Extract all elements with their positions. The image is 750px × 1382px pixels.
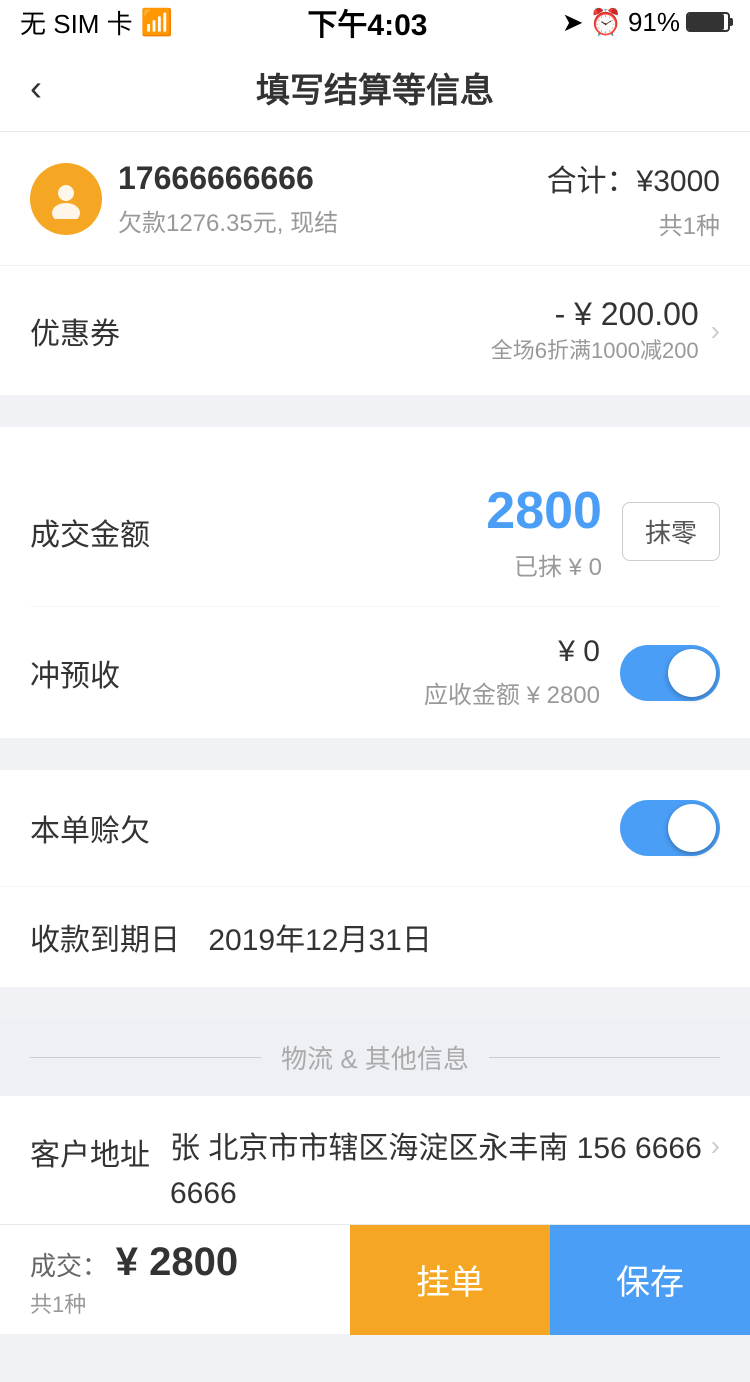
section-divider-3 bbox=[0, 1003, 750, 1019]
battery-fill bbox=[688, 14, 724, 30]
hang-button[interactable]: 挂单 bbox=[350, 1225, 550, 1335]
location-icon: ➤ bbox=[562, 7, 584, 38]
coupon-discount: - ¥ 200.00 bbox=[491, 296, 699, 333]
logistics-divider: 物流 & 其他信息 bbox=[0, 1019, 750, 1096]
alarm-icon: ⏰ bbox=[590, 7, 622, 38]
prepay-row: 冲预收 ¥ 0 应收金额 ¥ 2800 bbox=[30, 607, 720, 738]
debt-toggle-knob bbox=[668, 804, 716, 852]
main-content: 17666666666 欠款1276.35元, 现结 合计：¥3000 共1种 … bbox=[0, 132, 750, 1382]
status-right: ➤ ⏰ 91% bbox=[562, 7, 730, 38]
prepay-toggle[interactable] bbox=[620, 645, 720, 701]
back-button[interactable]: ‹ bbox=[30, 67, 90, 109]
customer-info: 17666666666 欠款1276.35元, 现结 bbox=[118, 160, 338, 238]
round-button[interactable]: 抹零 bbox=[622, 502, 720, 561]
battery-bar bbox=[686, 12, 730, 32]
deal-amount-value: 2800 bbox=[486, 481, 602, 541]
save-button[interactable]: 保存 bbox=[550, 1225, 750, 1335]
status-bar: 无 SIM 卡 📶 下午4:03 ➤ ⏰ 91% bbox=[0, 0, 750, 44]
prepay-right: ¥ 0 应收金额 ¥ 2800 bbox=[424, 635, 720, 710]
address-label: 客户地址 bbox=[30, 1126, 150, 1174]
nav-bar: ‹ 填写结算等信息 bbox=[0, 44, 750, 132]
address-value: 张 北京市市辖区海淀区永丰南 156 6666 6666 bbox=[170, 1126, 711, 1216]
amount-sub: 已抹 ¥ 0 bbox=[486, 547, 602, 582]
customer-phone: 17666666666 bbox=[118, 160, 338, 197]
customer-row: 17666666666 欠款1276.35元, 现结 合计：¥3000 共1种 bbox=[0, 132, 750, 265]
section-divider-1 bbox=[0, 411, 750, 427]
page-title: 填写结算等信息 bbox=[256, 63, 494, 112]
section-divider-2 bbox=[0, 754, 750, 770]
duedate-value: 2019年12月31日 bbox=[208, 924, 431, 957]
duedate-section: 收款到期日 2019年12月31日 bbox=[0, 886, 750, 987]
customer-debt: 欠款1276.35元, 现结 bbox=[118, 203, 338, 238]
customer-card: 17666666666 欠款1276.35元, 现结 合计：¥3000 共1种 … bbox=[0, 132, 750, 395]
carrier-text: 无 SIM 卡 bbox=[20, 4, 133, 41]
amount-section: 成交金额 2800 已抹 ¥ 0 抹零 冲预收 ¥ 0 应收金额 ¥ 2800 bbox=[0, 427, 750, 738]
prepay-sub: 应收金额 ¥ 2800 bbox=[424, 675, 600, 710]
status-left: 无 SIM 卡 📶 bbox=[20, 4, 173, 41]
logistics-label: 物流 & 其他信息 bbox=[281, 1039, 469, 1076]
coupon-arrow-icon: › bbox=[711, 315, 720, 347]
debt-label: 本单赊欠 bbox=[30, 806, 150, 850]
total-amount: 合计：¥3000 bbox=[547, 156, 720, 200]
customer-left: 17666666666 欠款1276.35元, 现结 bbox=[30, 160, 338, 238]
toggle-knob bbox=[668, 649, 716, 697]
deal-amount-row: 成交金额 2800 已抹 ¥ 0 抹零 bbox=[30, 457, 720, 607]
debt-toggle[interactable] bbox=[620, 800, 720, 856]
bottom-info: 成交： ¥ 2800 共1种 bbox=[0, 1240, 350, 1319]
address-arrow-icon: › bbox=[711, 1126, 720, 1162]
deal-amount-right: 2800 已抹 ¥ 0 抹零 bbox=[486, 481, 720, 582]
prepay-value: ¥ 0 bbox=[424, 635, 600, 669]
bottom-deal-row: 成交： ¥ 2800 bbox=[30, 1240, 320, 1285]
debt-card: 本单赊欠 收款到期日 2019年12月31日 bbox=[0, 770, 750, 987]
prepay-label: 冲预收 bbox=[30, 651, 120, 695]
total-count: 共1种 bbox=[547, 206, 720, 241]
coupon-label: 优惠券 bbox=[30, 309, 120, 353]
wifi-icon: 📶 bbox=[141, 7, 173, 38]
deal-amount-label: 成交金额 bbox=[30, 510, 150, 554]
coupon-description: 全场6折满1000减200 bbox=[491, 333, 699, 365]
battery-percent: 91% bbox=[628, 7, 680, 38]
bottom-bar: 成交： ¥ 2800 共1种 挂单 保存 bbox=[0, 1224, 750, 1334]
bottom-deal-label: 成交： bbox=[30, 1251, 108, 1281]
customer-total: 合计：¥3000 共1种 bbox=[547, 156, 720, 241]
coupon-right: - ¥ 200.00 全场6折满1000减200 › bbox=[491, 296, 720, 365]
divider-line-left bbox=[30, 1057, 261, 1058]
prepay-amount: ¥ 0 应收金额 ¥ 2800 bbox=[424, 635, 600, 710]
divider-line-right bbox=[489, 1057, 720, 1058]
bottom-deal-amount: ¥ 2800 bbox=[116, 1240, 238, 1284]
bottom-count: 共1种 bbox=[30, 1287, 320, 1319]
debt-section: 本单赊欠 bbox=[0, 770, 750, 886]
duedate-label: 收款到期日 bbox=[30, 924, 180, 957]
coupon-row[interactable]: 优惠券 - ¥ 200.00 全场6折满1000减200 › bbox=[0, 265, 750, 395]
status-time: 下午4:03 bbox=[307, 0, 427, 44]
avatar bbox=[30, 163, 102, 235]
